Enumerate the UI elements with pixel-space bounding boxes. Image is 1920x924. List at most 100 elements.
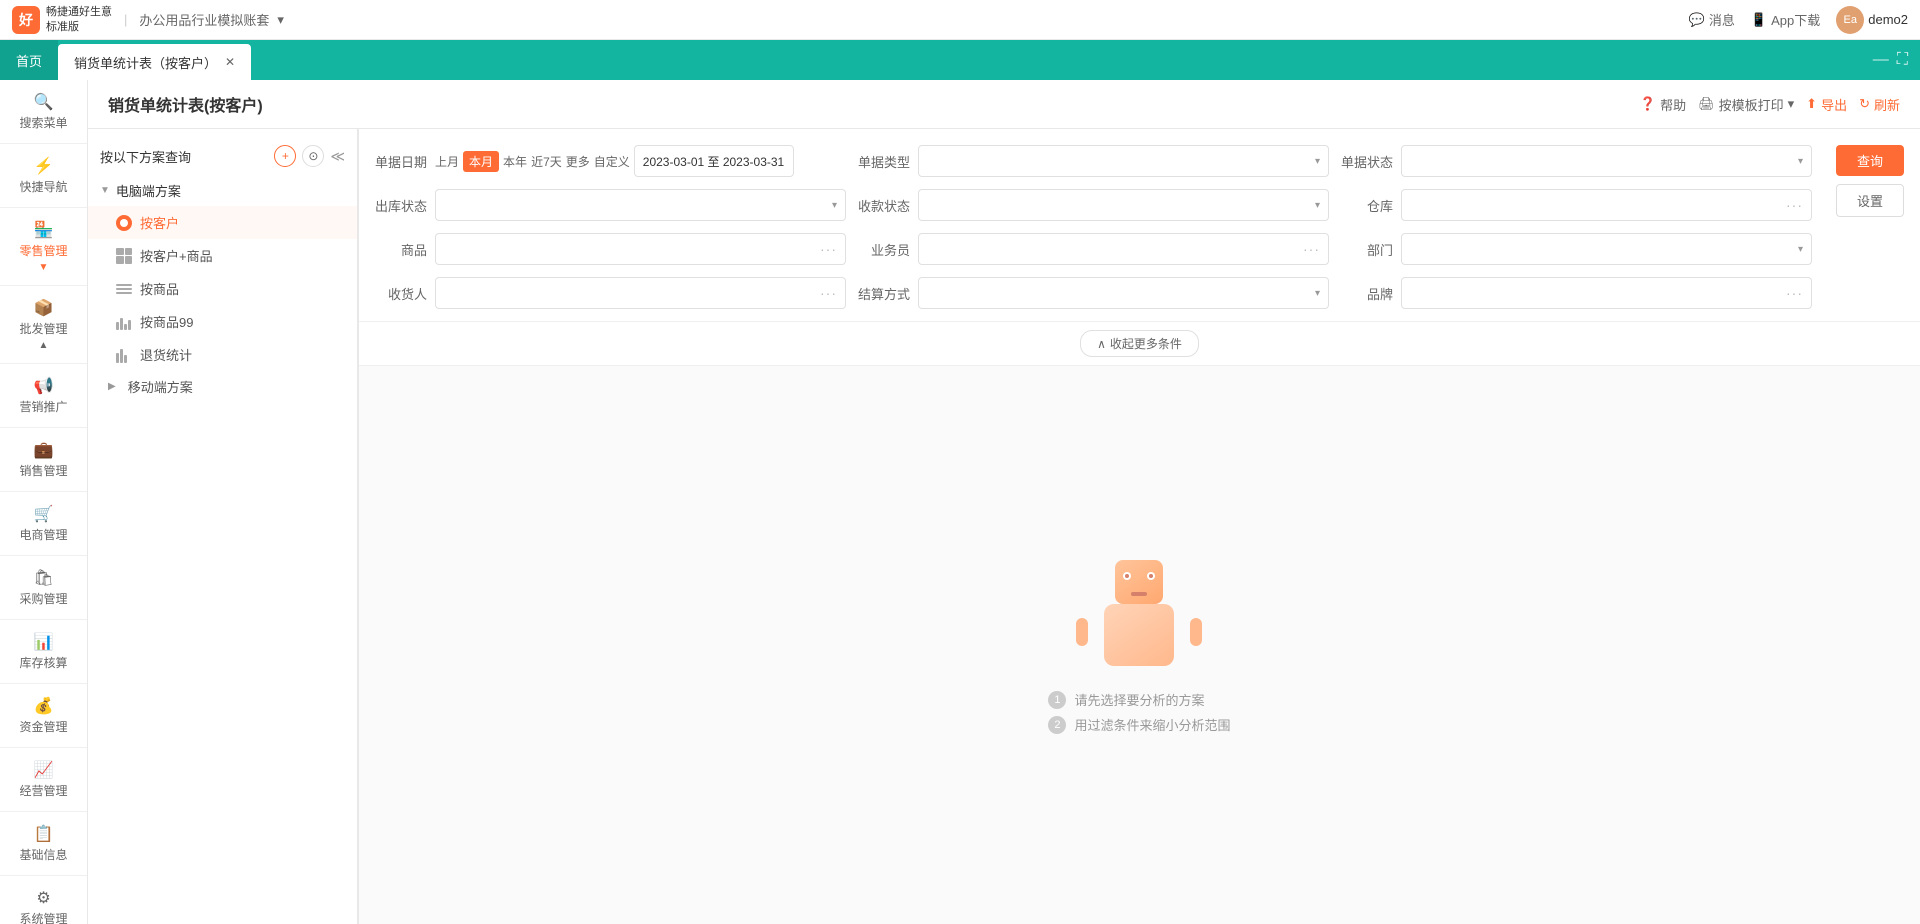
- empty-state: 1 请先选择要分析的方案 2 用过滤条件来缩小分析范围: [1048, 556, 1230, 734]
- sidebar-item-purchase[interactable]: 🛍 采购管理: [0, 556, 87, 620]
- filter-payment-status-field: 收款状态 ▾: [858, 189, 1329, 221]
- return-stat-icon: [116, 347, 132, 363]
- print-button[interactable]: 🖨 按模板打印 ▾: [1698, 95, 1794, 114]
- doc-status-label: 单据状态: [1341, 152, 1401, 171]
- tab-maximize-icon[interactable]: ⛶: [1897, 51, 1908, 69]
- goods-input[interactable]: ···: [435, 233, 846, 265]
- by-goods-99-icon: [116, 314, 132, 330]
- department-dropdown[interactable]: ▾: [1401, 233, 1812, 265]
- doc-status-dropdown[interactable]: ▾: [1401, 145, 1812, 177]
- sidebar-item-retail[interactable]: 🏪 零售管理 ▼: [0, 208, 87, 286]
- brand-label: 品牌: [1341, 284, 1401, 303]
- sidebar-item-wholesale[interactable]: 📦 批发管理 ▲: [0, 286, 87, 364]
- sales-icon: 💼: [8, 440, 79, 460]
- sidebar-item-system[interactable]: ⚙ 系统管理: [0, 876, 87, 924]
- top-bar-left: 好 畅捷通好生意 标准版 | 办公用品行业模拟账套 ▾: [12, 5, 284, 34]
- scheme-item-by-goods-99[interactable]: 按商品99: [88, 305, 357, 338]
- app-icon: 📱: [1751, 12, 1767, 28]
- tab-home[interactable]: 首页: [0, 40, 58, 80]
- user-area[interactable]: Ea demo2: [1836, 6, 1908, 34]
- scheme-panel: 按以下方案查询 + ⊙ ≪ ▼ 电脑端方案: [88, 129, 358, 924]
- top-title-dropdown[interactable]: ▾: [277, 12, 284, 28]
- scheme-item-by-customer[interactable]: 按客户: [88, 206, 357, 239]
- warehouse-input[interactable]: ···: [1401, 189, 1812, 221]
- settlement-arrow-icon: ▾: [1315, 288, 1320, 299]
- scheme-collapse-button[interactable]: ≪: [330, 148, 345, 165]
- scheme-edit-button[interactable]: ⊙: [302, 145, 324, 167]
- message-icon: 💬: [1689, 12, 1705, 28]
- illustration-body: [1104, 604, 1174, 666]
- warehouse-label: 仓库: [1341, 196, 1401, 215]
- date-tab-more[interactable]: 更多: [566, 153, 590, 170]
- hint-num-1: 1: [1048, 691, 1066, 709]
- tab-close-icon[interactable]: ✕: [225, 55, 235, 69]
- print-dropdown-icon: ▾: [1788, 96, 1795, 112]
- filter-fields: 单据日期 上月 本月 本年 近7天 更多 自定义 2023-03-01 至 20…: [359, 129, 1828, 321]
- empty-hint-1: 1 请先选择要分析的方案: [1048, 690, 1230, 709]
- app-download-button[interactable]: 📱 App下载: [1751, 10, 1820, 29]
- export-button[interactable]: ⬆ 导出: [1806, 95, 1847, 114]
- scheme-desktop-group-header[interactable]: ▼ 电脑端方案: [88, 175, 357, 206]
- sidebar-item-inventory[interactable]: 📊 库存核算: [0, 620, 87, 684]
- basic-icon: 📋: [8, 824, 79, 844]
- scheme-item-return-stat[interactable]: 退货统计: [88, 338, 357, 371]
- sidebar-item-basic[interactable]: 📋 基础信息: [0, 812, 87, 876]
- sidebar: 🔍 搜索菜单 ⚡ 快捷导航 🏪 零售管理 ▼ 📦 批发管理 ▲ 📢 营销推广: [0, 80, 88, 924]
- main-content: 🔍 搜索菜单 ⚡ 快捷导航 🏪 零售管理 ▼ 📦 批发管理 ▲ 📢 营销推广: [0, 80, 1920, 924]
- sidebar-item-quicknav[interactable]: ⚡ 快捷导航: [0, 144, 87, 208]
- date-tab-last-month[interactable]: 上月: [435, 153, 459, 170]
- filter-action-buttons: 查询 设置: [1828, 129, 1920, 321]
- filter-department-field: 部门 ▾: [1341, 233, 1812, 265]
- tab-minimize-icon[interactable]: —: [1873, 51, 1889, 69]
- collapse-arrow-icon: ∧: [1097, 337, 1106, 351]
- date-tab-custom[interactable]: 自定义: [594, 153, 630, 170]
- user-avatar: Ea: [1836, 6, 1864, 34]
- filter-goods-field: 商品 ···: [375, 233, 846, 265]
- doc-status-arrow-icon: ▾: [1798, 156, 1803, 167]
- sidebar-item-sales[interactable]: 💼 销售管理: [0, 428, 87, 492]
- date-range-input[interactable]: 2023-03-01 至 2023-03-31: [634, 145, 794, 177]
- date-tab-this-month[interactable]: 本月: [463, 151, 499, 172]
- refresh-button[interactable]: ↻ 刷新: [1859, 95, 1900, 114]
- scheme-item-by-customer-goods[interactable]: 按客户+商品: [88, 239, 357, 272]
- filter-out-status-field: 出库状态 ▾: [375, 189, 846, 221]
- logo-icon: 好: [12, 6, 40, 34]
- settings-button[interactable]: 设置: [1836, 184, 1904, 217]
- settlement-label: 结算方式: [858, 284, 918, 303]
- hint-num-2: 2: [1048, 716, 1066, 734]
- out-status-dropdown[interactable]: ▾: [435, 189, 846, 221]
- sidebar-item-operations[interactable]: 📈 经营管理: [0, 748, 87, 812]
- filter-row-3: 商品 ··· 业务员: [375, 233, 1812, 265]
- sidebar-item-search[interactable]: 🔍 搜索菜单: [0, 80, 87, 144]
- illustration-arm-left: [1076, 618, 1088, 646]
- wholesale-icon: 📦: [8, 298, 79, 318]
- scheme-mobile-group-header[interactable]: ▶ 移动端方案: [88, 371, 357, 402]
- consignee-input[interactable]: ···: [435, 277, 846, 309]
- salesperson-input[interactable]: ···: [918, 233, 1329, 265]
- settlement-dropdown[interactable]: ▾: [918, 277, 1329, 309]
- scheme-add-button[interactable]: +: [274, 145, 296, 167]
- illustration-eye-left: [1123, 572, 1131, 580]
- by-goods-icon: [116, 281, 132, 297]
- filter-date-field: 单据日期 上月 本月 本年 近7天 更多 自定义 2023-03-01 至 20…: [375, 145, 846, 177]
- filter-warehouse-field: 仓库 ···: [1341, 189, 1812, 221]
- doc-type-dropdown[interactable]: ▾: [918, 145, 1329, 177]
- department-label: 部门: [1341, 240, 1401, 259]
- date-tab-last-7[interactable]: 近7天: [531, 153, 562, 170]
- sidebar-item-marketing[interactable]: 📢 营销推广: [0, 364, 87, 428]
- help-button[interactable]: ❓ 帮助: [1640, 95, 1686, 114]
- payment-status-dropdown[interactable]: ▾: [918, 189, 1329, 221]
- scheme-item-by-goods[interactable]: 按商品: [88, 272, 357, 305]
- tab-sales-stat[interactable]: 销货单统计表（按客户） ✕: [58, 44, 251, 80]
- out-status-label: 出库状态: [375, 196, 435, 215]
- warehouse-more-icon: ···: [1786, 197, 1803, 213]
- message-button[interactable]: 💬 消息: [1689, 10, 1735, 29]
- date-tab-this-year[interactable]: 本年: [503, 153, 527, 170]
- sidebar-item-finance[interactable]: 💰 资金管理: [0, 684, 87, 748]
- brand-input[interactable]: ···: [1401, 277, 1812, 309]
- date-filter-container: 上月 本月 本年 近7天 更多 自定义 2023-03-01 至 2023-03…: [435, 145, 846, 177]
- salesperson-label: 业务员: [858, 240, 918, 259]
- query-button[interactable]: 查询: [1836, 145, 1904, 176]
- collapse-button[interactable]: ∧ 收起更多条件: [1080, 330, 1199, 357]
- sidebar-item-ecommerce[interactable]: 🛒 电商管理: [0, 492, 87, 556]
